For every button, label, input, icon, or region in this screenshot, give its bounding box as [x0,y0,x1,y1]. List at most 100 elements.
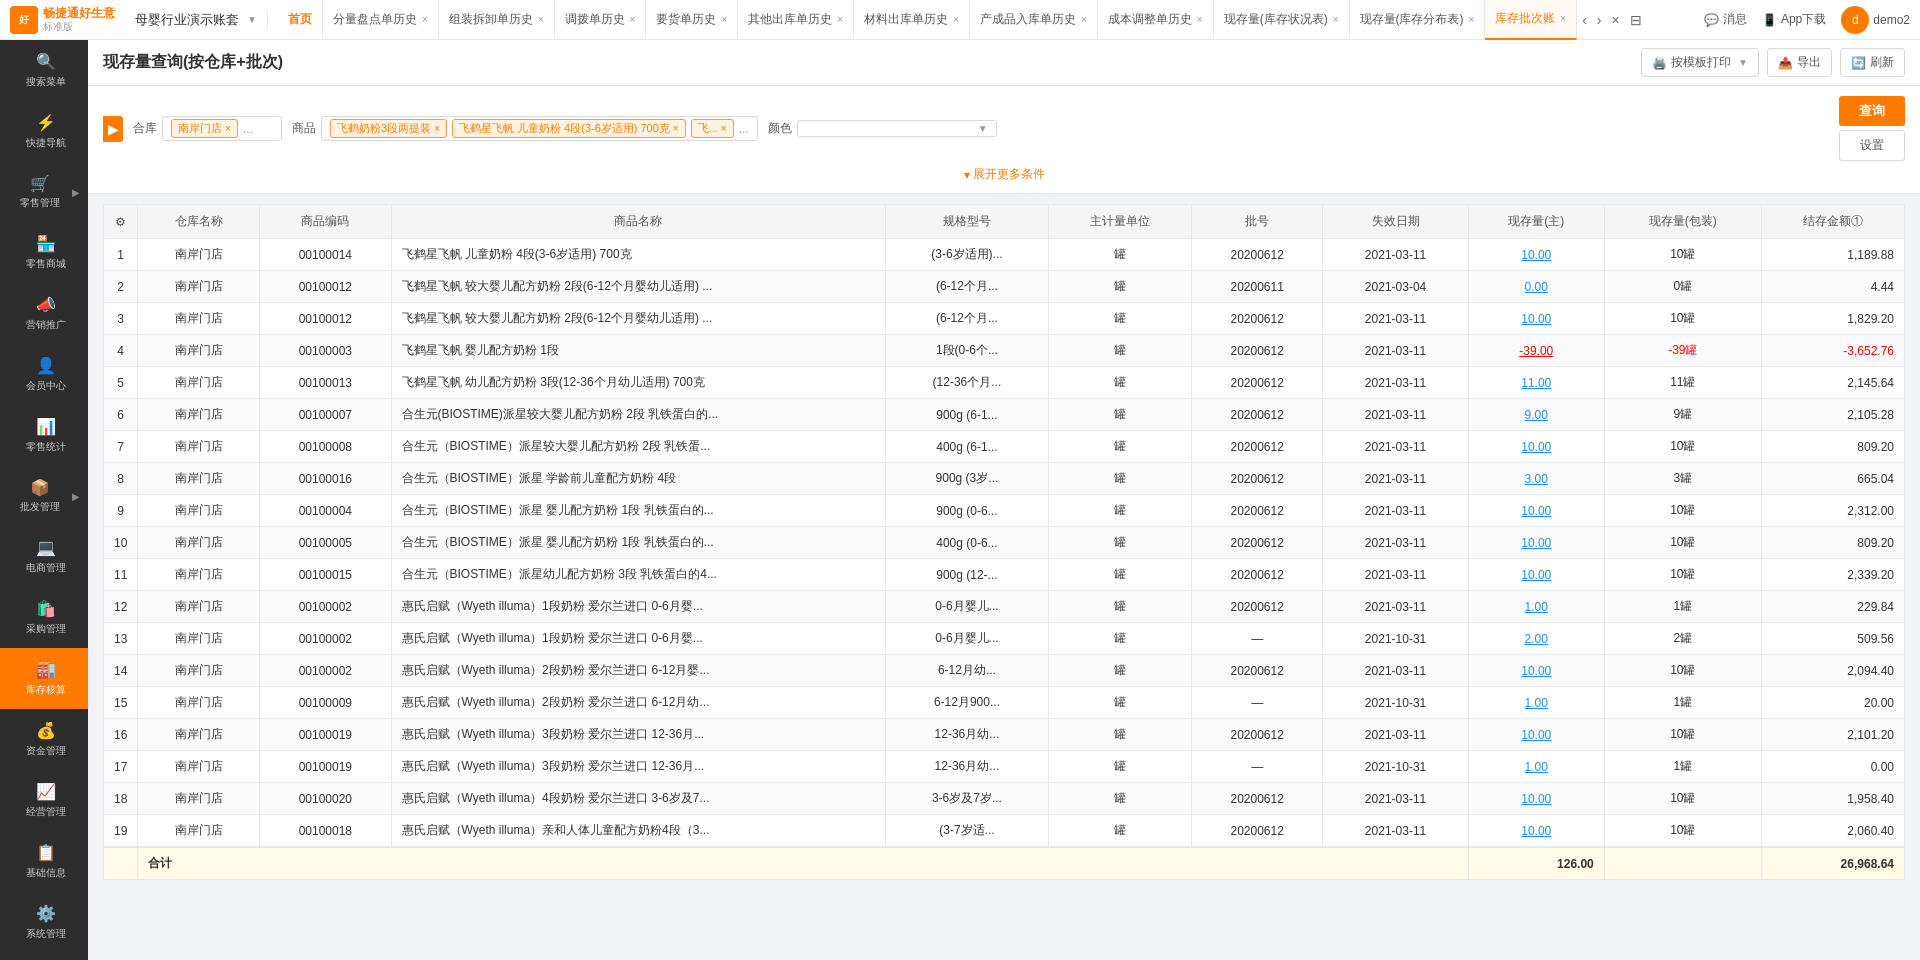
row-warehouse: 南岸门店 [138,303,260,335]
tab-pici[interactable]: 库存批次账 × [1485,0,1577,40]
sidebar-item-search[interactable]: 🔍 搜索菜单 [0,40,88,101]
row-qty[interactable]: 10.00 [1468,783,1604,815]
tab-fen-pan[interactable]: 分量盘点单历史 × [323,0,439,40]
table-row: 14 南岸门店 00100002 惠氏启赋（Wyeth illuma）2段奶粉 … [104,655,1905,687]
row-qty[interactable]: 2.00 [1468,623,1604,655]
tab-home[interactable]: 首页 [278,0,323,40]
row-qty[interactable]: 1.00 [1468,687,1604,719]
tab-zu-chai[interactable]: 组装拆卸单历史 × [439,0,555,40]
tab-cailiao[interactable]: 材料出库单历史 × [854,0,970,40]
tab-chanpin[interactable]: 产成品入库单历史 × [970,0,1098,40]
account-selector[interactable]: 母婴行业演示账套 ▼ [125,11,268,29]
sidebar-item-system[interactable]: ⚙️ 系统管理 [0,892,88,953]
row-qty[interactable]: 10.00 [1468,527,1604,559]
goods-tag-3[interactable]: 飞... × [691,119,734,138]
goods-tag-close-2[interactable]: × [673,123,679,134]
filter-more-dots[interactable]: ... [243,122,253,136]
btn-refresh[interactable]: 🔄 刷新 [1840,48,1905,77]
tab-prev-btn[interactable]: ‹ [1577,0,1592,40]
sidebar-item-marketing[interactable]: 📣 营销推广 [0,283,88,344]
tab-xiancun-ku[interactable]: 现存量(库存状况表) × [1214,0,1350,40]
filter-expand-btn[interactable]: ▶ [103,116,123,142]
tab-close[interactable]: × [422,14,428,25]
tab-close[interactable]: × [953,14,959,25]
row-qty[interactable]: 10.00 [1468,431,1604,463]
row-qty[interactable]: 10.00 [1468,239,1604,271]
goods-tag-close-3[interactable]: × [721,123,727,134]
tab-close[interactable]: × [1469,14,1475,25]
goods-tag-2[interactable]: 飞鹤星飞帆 儿童奶粉 4段(3-6岁适用) 700克 × [452,119,686,138]
row-qty[interactable]: 3.00 [1468,463,1604,495]
row-qty[interactable]: 10.00 [1468,815,1604,848]
tab-close-all-btn[interactable]: × [1607,0,1625,40]
row-qty[interactable]: 1.00 [1468,751,1604,783]
sidebar-item-basic[interactable]: 📋 基础信息 [0,831,88,892]
tab-xiancun-fen[interactable]: 现存量(库存分布表) × [1350,0,1486,40]
row-pkg: 10罐 [1604,783,1761,815]
sidebar-item-nav[interactable]: ⚡ 快捷导航 [0,101,88,162]
row-no: 13 [104,623,138,655]
row-qty[interactable]: 10.00 [1468,719,1604,751]
sidebar-item-member[interactable]: 👤 会员中心 [0,344,88,405]
goods-filter-more[interactable]: ... [739,122,749,136]
tab-close[interactable]: × [721,14,727,25]
basic-icon: 📋 [36,843,56,862]
btn-settings[interactable]: 设置 [1839,130,1905,161]
tab-yao-huo[interactable]: 要货单历史 × [646,0,738,40]
sidebar-item-retail-stats[interactable]: 📊 零售统计 [0,405,88,466]
tab-chengben[interactable]: 成本调整单历史 × [1098,0,1214,40]
tab-close[interactable]: × [1197,14,1203,25]
btn-query[interactable]: 查询 [1839,96,1905,126]
sidebar-item-ecommerce[interactable]: 💻 电商管理 [0,526,88,587]
row-qty[interactable]: 10.00 [1468,495,1604,527]
row-qty[interactable]: 9.00 [1468,399,1604,431]
warehouse-tag-close[interactable]: × [225,123,231,134]
sidebar-item-purchase[interactable]: 🛍️ 采购管理 [0,587,88,648]
btn-template-print[interactable]: 🖨️ 按模板打印 ▼ [1641,48,1759,77]
sidebar-item-inventory[interactable]: 🏭 库存核算 [0,648,88,709]
sidebar-item-retail[interactable]: 🛒 零售管理 ▶ [0,162,88,222]
row-expire: 2021-10-31 [1323,751,1468,783]
tab-close[interactable]: × [1560,13,1566,24]
app-download-btn[interactable]: 📱 App下载 [1762,11,1826,28]
sidebar-item-wholesale[interactable]: 📦 批发管理 ▶ [0,466,88,526]
tab-close[interactable]: × [1081,14,1087,25]
sidebar-item-retail-shop[interactable]: 🏪 零售商城 [0,222,88,283]
user-menu[interactable]: d demo2 [1841,6,1910,34]
row-qty[interactable]: 1.00 [1468,591,1604,623]
tab-menu-btn[interactable]: ⊟ [1625,0,1647,40]
warehouse-tags[interactable]: 南岸门店 × ... [162,116,282,141]
row-name: 惠氏启赋（Wyeth illuma）1段奶粉 爱尔兰进口 0-6月婴... [391,623,885,655]
row-expire: 2021-03-11 [1323,591,1468,623]
tab-qita[interactable]: 其他出库单历史 × [738,0,854,40]
tab-close[interactable]: × [538,14,544,25]
warehouse-tag-nanan[interactable]: 南岸门店 × [171,119,238,138]
col-settings[interactable]: ⚙ [104,205,138,239]
color-tags[interactable]: ▼ [797,120,997,137]
tab-tiao-bo[interactable]: 调拨单历史 × [555,0,647,40]
row-name: 合生元（BIOSTIME）派星较大婴儿配方奶粉 2段 乳铁蛋... [391,431,885,463]
sidebar-label-member: 会员中心 [26,379,66,393]
goods-tag-1[interactable]: 飞鹤奶粉3段两提装 × [330,119,447,138]
goods-tags[interactable]: 飞鹤奶粉3段两提装 × 飞鹤星飞帆 儿童奶粉 4段(3-6岁适用) 700克 ×… [321,116,758,141]
row-qty[interactable]: 0.00 [1468,271,1604,303]
message-btn[interactable]: 💬 消息 [1704,11,1747,28]
row-code: 00100012 [260,271,391,303]
row-qty[interactable]: 10.00 [1468,559,1604,591]
filter-color: 颜色 ▼ [768,120,997,137]
tab-next-btn[interactable]: › [1592,0,1607,40]
tab-close[interactable]: × [1333,14,1339,25]
sidebar-item-finance[interactable]: 💰 资金管理 [0,709,88,770]
app-name: 畅捷通好生意 [43,6,115,20]
filter-expand-more[interactable]: ▾ 展开更多条件 [103,166,1905,183]
tab-close[interactable]: × [630,14,636,25]
row-qty[interactable]: 11.00 [1468,367,1604,399]
sidebar-item-operations[interactable]: 📈 经营管理 [0,770,88,831]
sidebar-item-corp[interactable]: 🤝 企业协同 [0,953,88,960]
btn-export[interactable]: 📤 导出 [1767,48,1832,77]
tab-close[interactable]: × [837,14,843,25]
goods-tag-close-1[interactable]: × [434,123,440,134]
sidebar-label-inventory: 库存核算 [26,683,66,697]
row-qty[interactable]: 10.00 [1468,655,1604,687]
row-qty[interactable]: 10.00 [1468,303,1604,335]
